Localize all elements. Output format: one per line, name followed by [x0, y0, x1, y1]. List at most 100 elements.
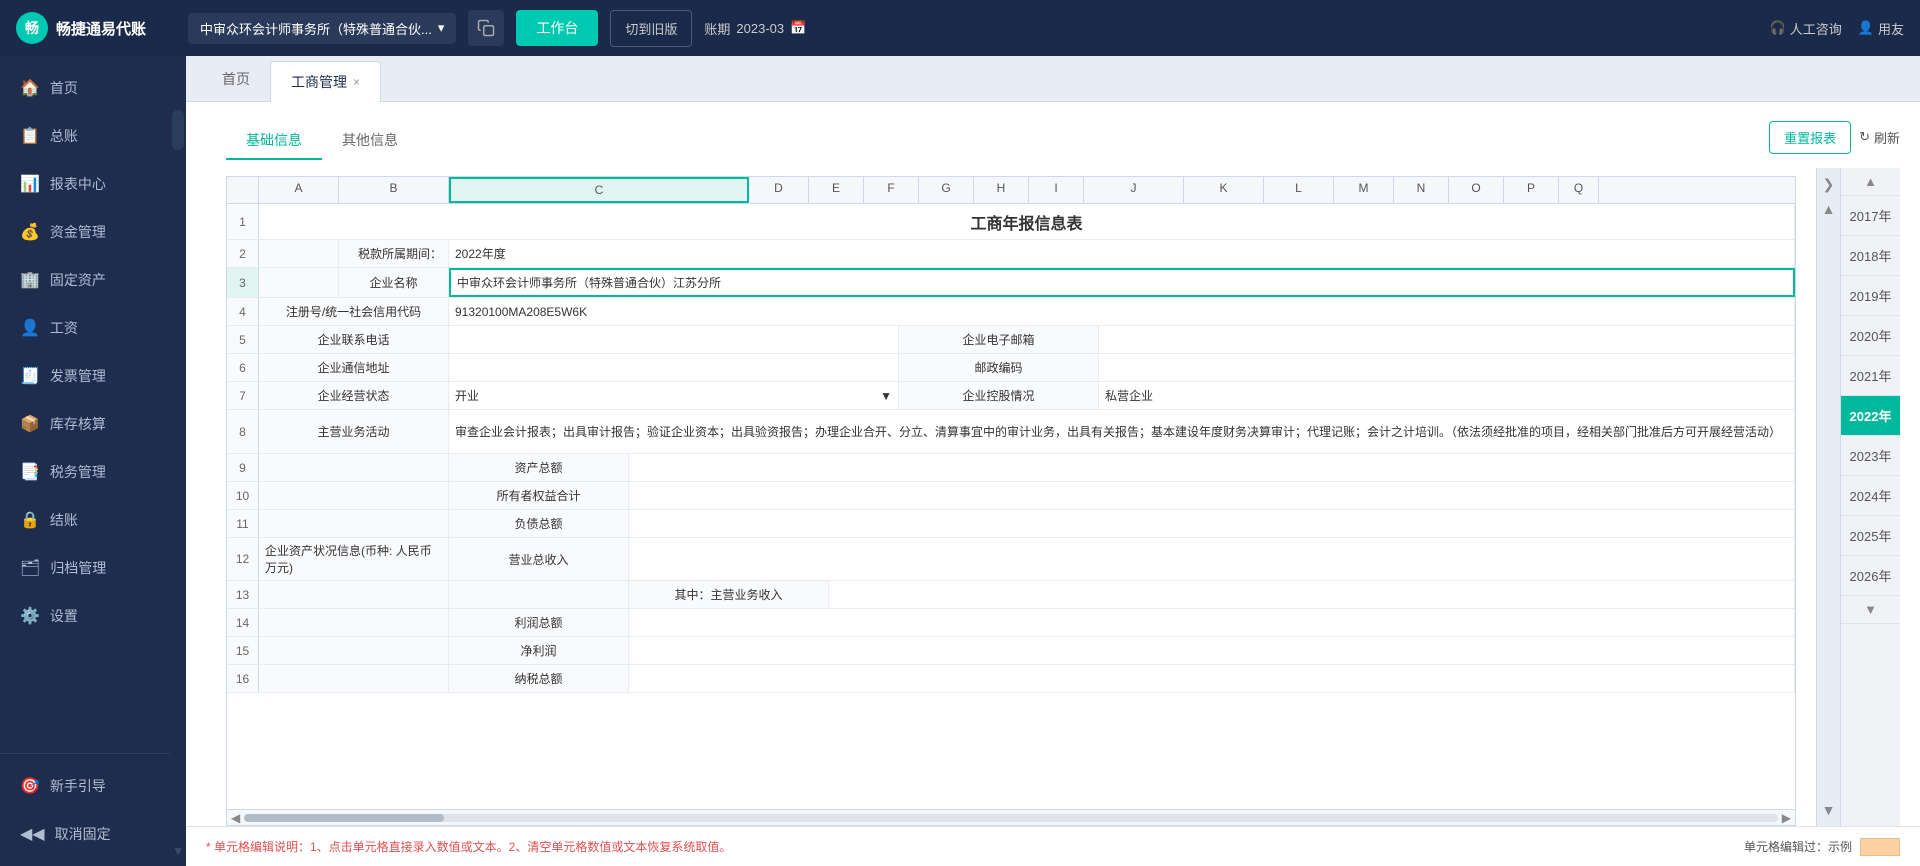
h-scroll-area: ◀ ▶ [227, 809, 1795, 825]
sidebar-scroll: ▼ [170, 56, 186, 866]
col-header-I[interactable]: I [1029, 177, 1084, 203]
cell-15c[interactable] [629, 637, 1795, 664]
service-button[interactable]: 🎧 人工咨询 [1770, 19, 1842, 38]
sidebar-item-checkout[interactable]: 🔒 结账 [0, 496, 170, 544]
col-header-D[interactable]: D [749, 177, 809, 203]
collapse-expand-icon[interactable]: ❯ [1819, 172, 1839, 197]
cell-4c[interactable]: 91320100MA208E5W6K [449, 298, 1795, 325]
sidebar-item-report[interactable]: 📊 报表中心 [0, 160, 170, 208]
sidebar-scroll-thumb[interactable] [172, 110, 184, 150]
sidebar-item-ledger[interactable]: 📋 总账 [0, 112, 170, 160]
sidebar-item-tax[interactable]: 📑 税务管理 [0, 448, 170, 496]
h-scroll-left-arrow[interactable]: ◀ [231, 811, 240, 825]
cell-7k[interactable]: 私营企业 [1099, 382, 1795, 409]
h-scroll-track[interactable] [244, 814, 1778, 822]
row-num-8: 8 [227, 410, 259, 453]
copy-icon-btn[interactable] [468, 10, 504, 46]
cell-13d[interactable] [829, 581, 1795, 608]
col-header-N[interactable]: N [1394, 177, 1449, 203]
year-item-2026[interactable]: 2026年 [1841, 556, 1900, 596]
subtab-other[interactable]: 其他信息 [322, 122, 418, 160]
col-header-J[interactable]: J [1084, 177, 1184, 203]
collapse-down-icon[interactable]: ▼ [1818, 798, 1840, 822]
calendar-icon[interactable]: 📅 [790, 20, 806, 36]
cell-14a [259, 609, 449, 636]
sidebar-item-wage[interactable]: 👤 工资 [0, 304, 170, 352]
col-header-B[interactable]: B [339, 177, 449, 203]
cell-9c[interactable] [629, 454, 1795, 481]
cell-6ab: 企业通信地址 [259, 354, 449, 381]
year-scroll-up-arrow[interactable]: ▲ [1841, 168, 1900, 196]
sidebar-scroll-down-arrow[interactable]: ▼ [168, 840, 188, 862]
col-header-A[interactable]: A [259, 177, 339, 203]
year-item-2023[interactable]: 2023年 [1841, 436, 1900, 476]
cell-6c[interactable] [449, 354, 899, 381]
tab-bizmanage[interactable]: 工商管理 × [270, 61, 381, 102]
company-selector[interactable]: 中审众环会计师事务所（特殊普通合伙... ▾ [188, 13, 456, 44]
col-header-C[interactable]: C [449, 177, 749, 203]
subtab-basic[interactable]: 基础信息 [226, 122, 322, 160]
cell-16c[interactable] [629, 665, 1795, 692]
refresh-button[interactable]: ↻ 刷新 [1859, 128, 1900, 147]
old-version-button[interactable]: 切到旧版 [610, 10, 692, 47]
year-scroll-down-arrow[interactable]: ▼ [1841, 596, 1900, 624]
top-header: 畅 畅捷通易代账 中审众环会计师事务所（特殊普通合伙... ▾ 工作台 切到旧版… [0, 0, 1920, 56]
cell-14c[interactable] [629, 609, 1795, 636]
row-num-10: 10 [227, 482, 259, 509]
user-button[interactable]: 👤 用友 [1858, 19, 1904, 38]
cell-6k[interactable] [1099, 354, 1795, 381]
cell-7c[interactable]: 开业 ▼ [449, 382, 899, 409]
sidebar-item-archive[interactable]: 🗂 归档管理 [0, 544, 170, 592]
row-num-2: 2 [227, 240, 259, 267]
col-header-G[interactable]: G [919, 177, 974, 203]
year-item-2017[interactable]: 2017年 [1841, 196, 1900, 236]
cell-3c[interactable]: 中审众环会计师事务所（特殊普通合伙）江苏分所 [449, 268, 1795, 297]
sample-label: 单元格编辑过：示例 [1744, 838, 1852, 855]
h-scroll-right-arrow[interactable]: ▶ [1782, 811, 1791, 825]
year-item-2022[interactable]: 2022年 [1841, 396, 1900, 436]
sidebar-item-fund[interactable]: 💰 资金管理 [0, 208, 170, 256]
cell-11c[interactable] [629, 510, 1795, 537]
col-header-P[interactable]: P [1504, 177, 1559, 203]
tab-bar: 首页 工商管理 × [186, 56, 1920, 102]
year-item-2024[interactable]: 2024年 [1841, 476, 1900, 516]
col-header-Q[interactable]: Q [1559, 177, 1599, 203]
year-item-2025[interactable]: 2025年 [1841, 516, 1900, 556]
year-item-2020[interactable]: 2020年 [1841, 316, 1900, 356]
tab-close-icon[interactable]: × [353, 75, 360, 89]
logo-area: 畅 畅捷通易代账 [16, 12, 176, 44]
year-item-2021[interactable]: 2021年 [1841, 356, 1900, 396]
sidebar-item-home[interactable]: 🏠 首页 [0, 64, 170, 112]
cell-10c[interactable] [629, 482, 1795, 509]
col-header-L[interactable]: L [1264, 177, 1334, 203]
cell-8c[interactable]: 审查企业会计报表；出具审计报告；验证企业资本；出具验资报告；办理企业合开、分立、… [449, 410, 1795, 453]
sidebar-item-invoice[interactable]: 🧾 发票管理 [0, 352, 170, 400]
year-item-2018[interactable]: 2018年 [1841, 236, 1900, 276]
cell-12c[interactable] [629, 538, 1795, 580]
reset-report-button[interactable]: 重置报表 [1769, 121, 1851, 154]
col-header-F[interactable]: F [864, 177, 919, 203]
cell-5ab: 企业联系电话 [259, 326, 449, 353]
row-num-7: 7 [227, 382, 259, 409]
collapse-up-icon[interactable]: ▲ [1818, 197, 1840, 221]
sidebar-item-newbie[interactable]: 🎯 新手引导 [0, 762, 170, 810]
sidebar-item-settings[interactable]: ⚙️ 设置 [0, 592, 170, 640]
cell-2c[interactable]: 2022年度 [449, 240, 1795, 267]
col-header-O[interactable]: O [1449, 177, 1504, 203]
cell-5k[interactable] [1099, 326, 1795, 353]
year-item-2019[interactable]: 2019年 [1841, 276, 1900, 316]
row-num-1: 1 [227, 204, 259, 239]
bottom-bar: * 单元格编辑说明：1、点击单元格直接录入数值或文本。2、清空单元格数值或文本恢… [186, 826, 1920, 866]
sidebar-item-stock[interactable]: 📦 库存核算 [0, 400, 170, 448]
col-header-H[interactable]: H [974, 177, 1029, 203]
cell-5c[interactable] [449, 326, 899, 353]
workbench-button[interactable]: 工作台 [516, 10, 598, 46]
sidebar-item-assets[interactable]: 🏢 固定资产 [0, 256, 170, 304]
h-scroll-thumb[interactable] [244, 814, 444, 822]
col-header-M[interactable]: M [1334, 177, 1394, 203]
col-header-K[interactable]: K [1184, 177, 1264, 203]
col-header-E[interactable]: E [809, 177, 864, 203]
title-cell[interactable]: 工商年报信息表 [259, 204, 1795, 239]
sidebar-item-unpin[interactable]: ◀◀ 取消固定 [0, 810, 170, 858]
tab-home[interactable]: 首页 [202, 59, 270, 101]
